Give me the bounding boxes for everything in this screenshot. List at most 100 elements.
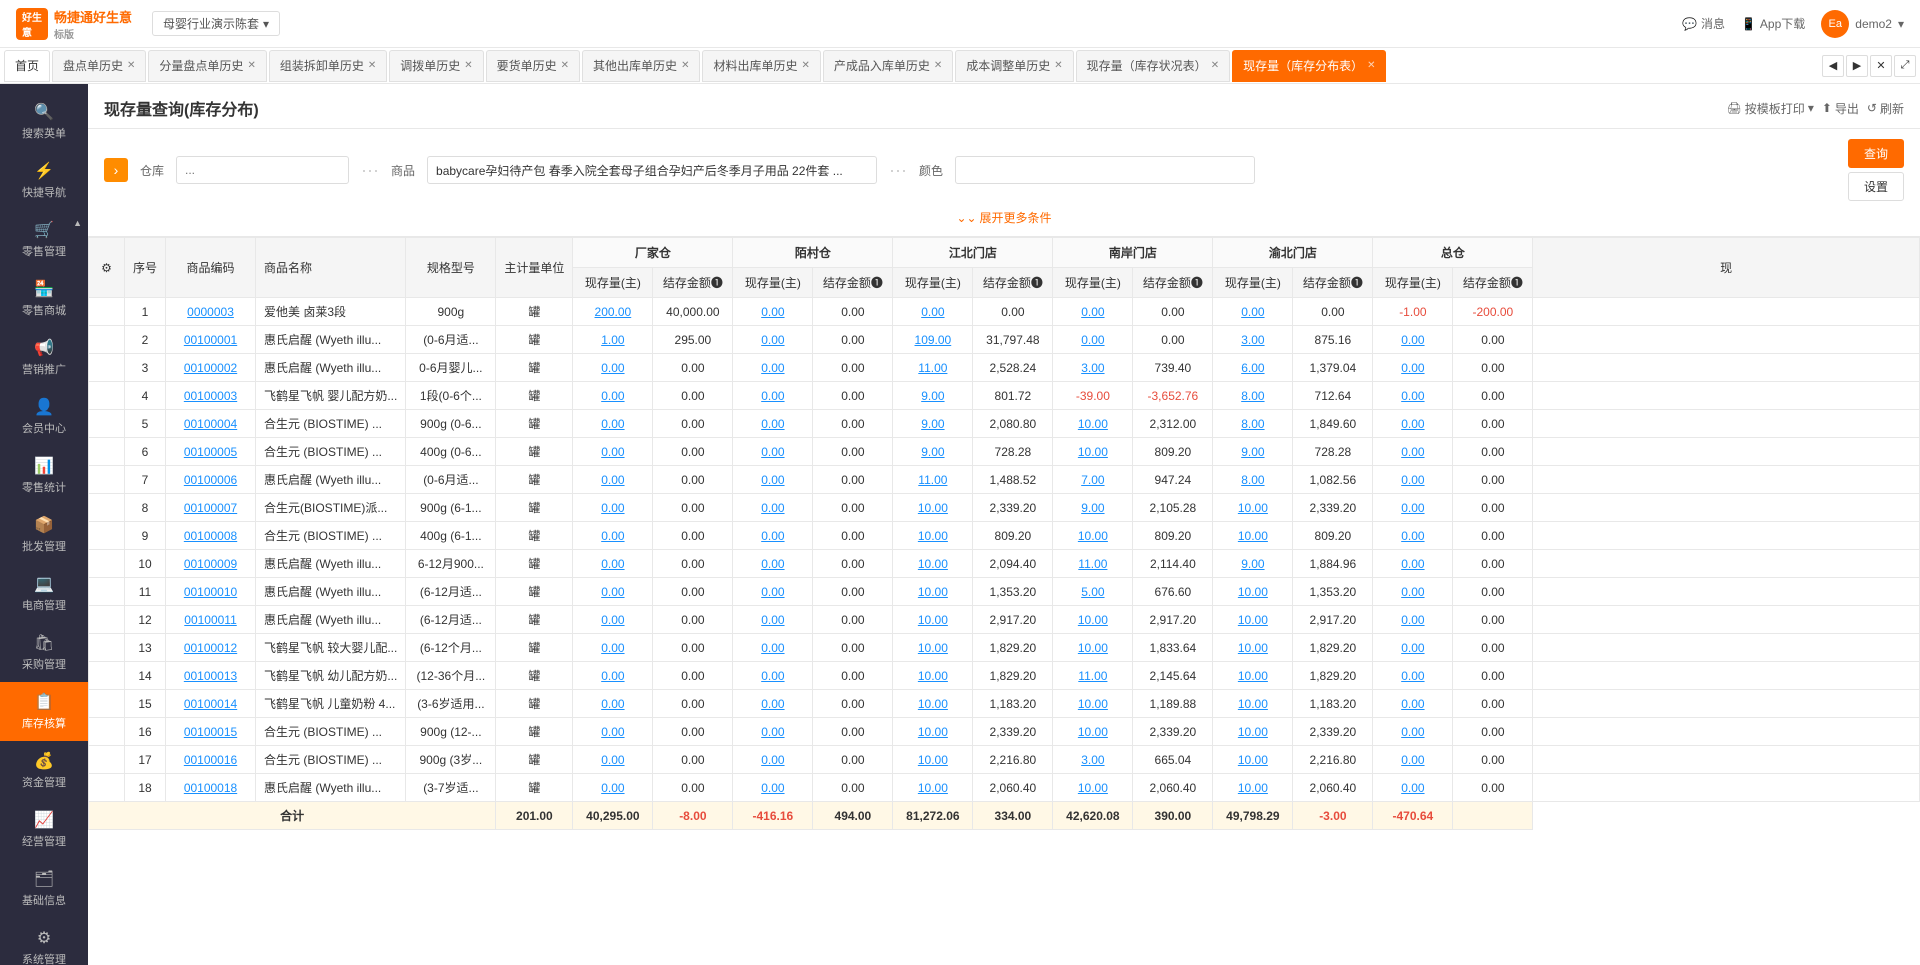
tab-sub-stock-history[interactable]: 分量盘点单历史 ✕	[148, 50, 266, 82]
table-cell[interactable]: 00100011	[166, 606, 256, 634]
table-cell[interactable]: 0.00	[573, 466, 653, 494]
table-cell[interactable]: 0.00	[733, 578, 813, 606]
table-cell[interactable]: 10.00	[893, 774, 973, 802]
table-cell[interactable]: 0.00	[573, 746, 653, 774]
tab-next-btn[interactable]: ▶	[1846, 55, 1868, 77]
sidebar-item-purchase[interactable]: 🛍 采购管理	[0, 623, 88, 682]
table-cell[interactable]: 8.00	[1213, 466, 1293, 494]
sidebar-item-inventory[interactable]: 📋 库存核算	[0, 682, 88, 741]
table-cell[interactable]: 0.00	[573, 410, 653, 438]
table-cell[interactable]: 0.00	[1373, 774, 1453, 802]
close-icon[interactable]: ✕	[368, 60, 376, 71]
close-icon[interactable]: ✕	[1054, 60, 1062, 71]
sidebar-item-retail[interactable]: 🛒 零售管理 ▲	[0, 210, 88, 269]
table-cell[interactable]: 10.00	[893, 634, 973, 662]
table-cell[interactable]: 00100005	[166, 438, 256, 466]
close-icon[interactable]: ✕	[934, 60, 942, 71]
table-cell[interactable]: 3.00	[1213, 326, 1293, 354]
table-cell[interactable]: 0.00	[1373, 410, 1453, 438]
table-cell[interactable]: 0.00	[573, 690, 653, 718]
table-cell[interactable]: 10.00	[1053, 634, 1133, 662]
table-cell[interactable]: 00100006	[166, 466, 256, 494]
tab-other-out-history[interactable]: 其他出库单历史 ✕	[582, 50, 700, 82]
filter-expand-btn[interactable]: ›	[104, 158, 128, 182]
table-cell[interactable]: 0.00	[573, 438, 653, 466]
table-cell[interactable]: 00100003	[166, 382, 256, 410]
table-cell[interactable]: 3.00	[1053, 746, 1133, 774]
table-cell[interactable]: 0.00	[573, 774, 653, 802]
table-cell[interactable]: 0.00	[573, 550, 653, 578]
refresh-btn[interactable]: ↺ 刷新	[1867, 100, 1904, 117]
table-cell[interactable]: 00100014	[166, 690, 256, 718]
close-icon[interactable]: ✕	[1211, 60, 1219, 71]
table-cell[interactable]: 10.00	[1213, 578, 1293, 606]
table-cell[interactable]: 3.00	[1053, 354, 1133, 382]
tab-assemble-history[interactable]: 组装拆卸单历史 ✕	[269, 50, 387, 82]
table-cell[interactable]: 0.00	[733, 466, 813, 494]
table-cell[interactable]: 11.00	[1053, 662, 1133, 690]
table-cell[interactable]: 10.00	[893, 550, 973, 578]
table-cell[interactable]: 10.00	[1213, 746, 1293, 774]
table-cell[interactable]: 0.00	[733, 326, 813, 354]
table-cell[interactable]: 0.00	[573, 662, 653, 690]
table-cell[interactable]: 00100009	[166, 550, 256, 578]
table-cell[interactable]: 10.00	[893, 690, 973, 718]
tab-expand-btn[interactable]: ⤢	[1894, 55, 1916, 77]
table-cell[interactable]: 10.00	[1053, 606, 1133, 634]
table-cell[interactable]: 00100015	[166, 718, 256, 746]
table-cell[interactable]: 00100010	[166, 578, 256, 606]
table-cell[interactable]: 0.00	[1373, 382, 1453, 410]
table-cell[interactable]: 00100007	[166, 494, 256, 522]
table-cell[interactable]: 0.00	[733, 522, 813, 550]
close-icon[interactable]: ✕	[801, 60, 809, 71]
table-cell[interactable]: 0.00	[733, 410, 813, 438]
close-icon[interactable]: ✕	[681, 60, 689, 71]
table-cell[interactable]: 9.00	[893, 382, 973, 410]
table-cell[interactable]: 0.00	[733, 662, 813, 690]
table-cell[interactable]: 0.00	[1373, 634, 1453, 662]
table-cell[interactable]: 10.00	[893, 522, 973, 550]
warehouse-input[interactable]	[176, 156, 349, 184]
table-cell[interactable]: 00100008	[166, 522, 256, 550]
sidebar-item-basic[interactable]: 🗂 基础信息	[0, 859, 88, 918]
close-icon[interactable]: ✕	[247, 60, 255, 71]
close-icon[interactable]: ✕	[1367, 60, 1375, 71]
table-cell[interactable]: 0.00	[733, 606, 813, 634]
table-cell[interactable]: 10.00	[893, 662, 973, 690]
table-cell[interactable]: 10.00	[1053, 718, 1133, 746]
table-cell[interactable]: 0.00	[733, 746, 813, 774]
table-cell[interactable]: 8.00	[1213, 410, 1293, 438]
color-input[interactable]	[955, 156, 1255, 184]
table-cell[interactable]: 0.00	[1373, 746, 1453, 774]
tab-home[interactable]: 首页	[4, 50, 50, 82]
table-cell[interactable]: 0.00	[1373, 438, 1453, 466]
sidebar-item-member[interactable]: 👤 会员中心	[0, 387, 88, 446]
table-cell[interactable]: 10.00	[1213, 718, 1293, 746]
sidebar-item-ecommerce[interactable]: 💻 电商管理	[0, 564, 88, 623]
table-cell[interactable]: 9.00	[893, 410, 973, 438]
tab-close-btn[interactable]: ✕	[1870, 55, 1892, 77]
tab-stock-history[interactable]: 盘点单历史 ✕	[52, 50, 146, 82]
tab-stock-status[interactable]: 现存量（库存状况表） ✕	[1076, 50, 1230, 82]
table-cell[interactable]: 10.00	[1053, 774, 1133, 802]
table-cell[interactable]: 10.00	[893, 578, 973, 606]
table-cell[interactable]: 10.00	[893, 718, 973, 746]
sidebar-item-marketing[interactable]: 📢 营销推广	[0, 328, 88, 387]
tab-order-history[interactable]: 要货单历史 ✕	[486, 50, 580, 82]
table-cell[interactable]: 10.00	[1213, 774, 1293, 802]
table-cell[interactable]: 00100012	[166, 634, 256, 662]
close-icon[interactable]: ✕	[127, 60, 135, 71]
table-cell[interactable]: 6.00	[1213, 354, 1293, 382]
table-cell[interactable]: 0.00	[1053, 326, 1133, 354]
table-cell[interactable]: 10.00	[893, 494, 973, 522]
table-cell[interactable]: 0000003	[166, 298, 256, 326]
table-cell[interactable]: 109.00	[893, 326, 973, 354]
table-cell[interactable]: 11.00	[893, 466, 973, 494]
industry-selector[interactable]: 母婴行业演示陈套 ▾	[152, 11, 280, 36]
table-cell[interactable]: 10.00	[1213, 690, 1293, 718]
table-cell[interactable]: 00100013	[166, 662, 256, 690]
table-cell[interactable]: 00100018	[166, 774, 256, 802]
table-cell[interactable]: 0.00	[573, 718, 653, 746]
sidebar-item-operation[interactable]: 📈 经营管理	[0, 800, 88, 859]
tab-product-in-history[interactable]: 产成品入库单历史 ✕	[823, 50, 953, 82]
